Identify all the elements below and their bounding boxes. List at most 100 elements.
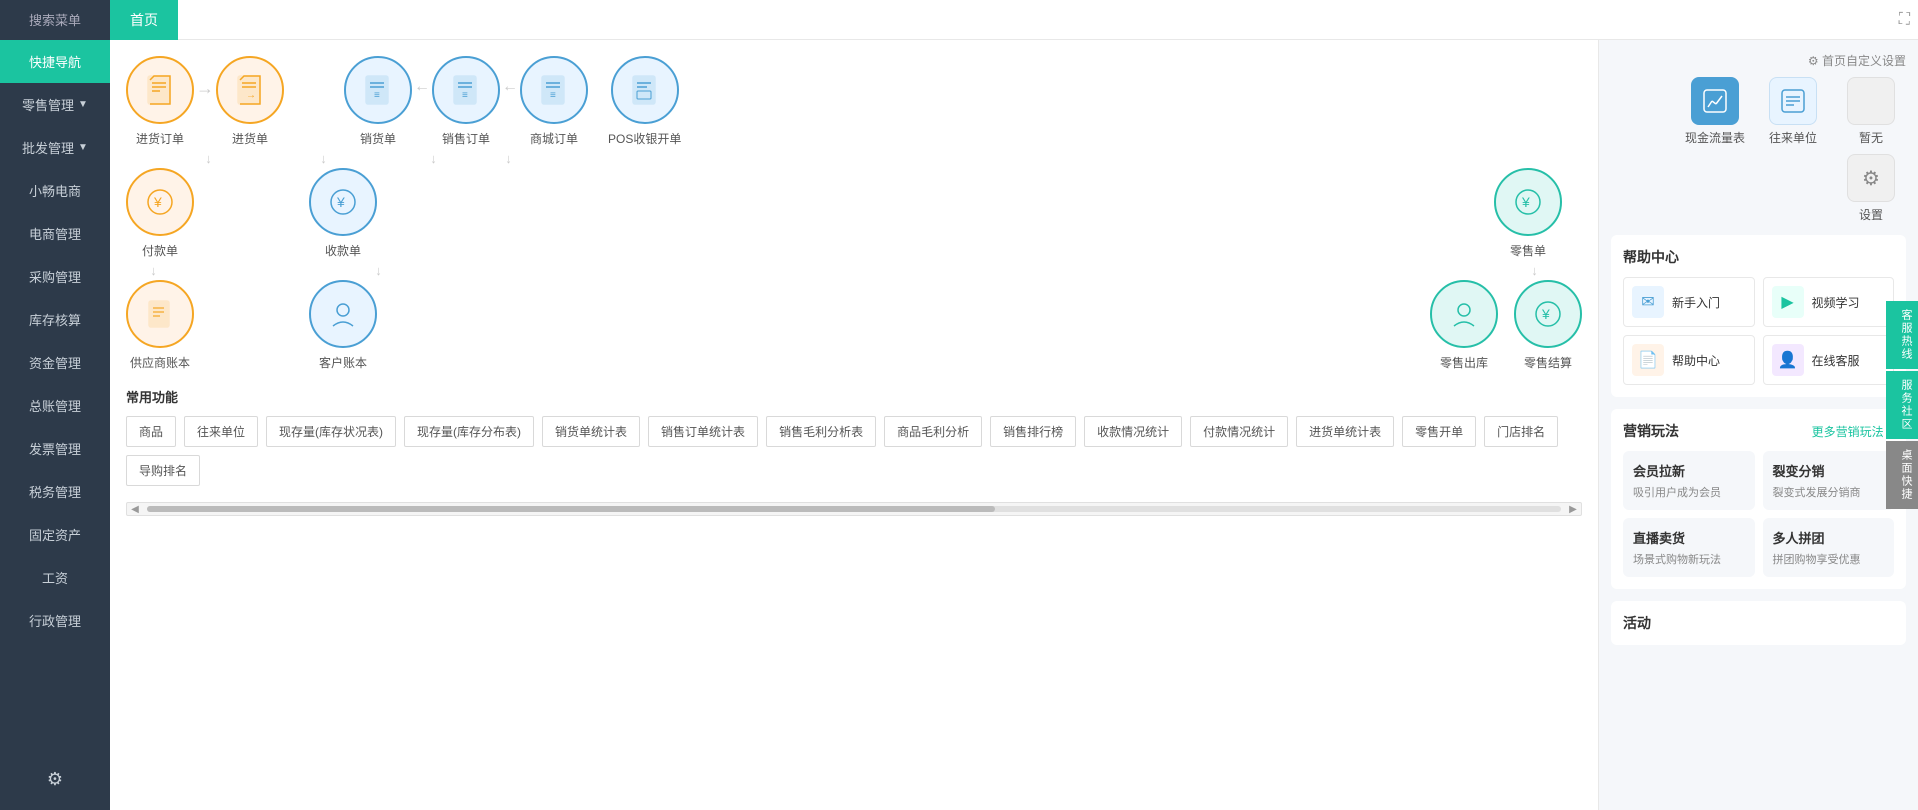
sidebar-item-payroll[interactable]: 工资 <box>0 556 110 599</box>
scroll-track <box>147 506 1561 512</box>
mkt-live[interactable]: 直播卖货 场景式购物新玩法 <box>1623 518 1755 577</box>
func-btn-salesorder-stat[interactable]: 销售订单统计表 <box>648 416 758 447</box>
marketing-title: 营销玩法 <box>1623 421 1679 441</box>
node-pos[interactable]: POS收银开单 <box>608 56 681 147</box>
right-arrow-icon: → <box>196 56 214 121</box>
cashflow-icon <box>1691 77 1739 125</box>
func-btn-stock-status[interactable]: 现存量(库存状况表) <box>266 416 396 447</box>
service-community-button[interactable]: 服务社区 <box>1886 371 1918 439</box>
partner-icon <box>1769 77 1817 125</box>
down-arrow-4: ↓ <box>481 151 536 166</box>
node-mall-order[interactable]: ≡ 商城订单 <box>520 56 588 147</box>
func-grid: 商品 往来单位 现存量(库存状况表) 现存量(库存分布表) 销货单统计表 销售订… <box>126 416 1582 486</box>
main-panel: 进货订单 → → <box>110 40 1598 810</box>
empty-icon <box>1847 77 1895 125</box>
node-customer-book[interactable]: 客户账本 <box>309 280 377 371</box>
help-item-beginner[interactable]: ✉ 新手入门 <box>1623 277 1755 327</box>
func-btn-guide-rank[interactable]: 导购排名 <box>126 455 200 486</box>
svg-text:≡: ≡ <box>462 90 468 101</box>
common-functions: 常用功能 商品 往来单位 现存量(库存状况表) 现存量(库存分布表) 销货单统计… <box>126 387 1582 486</box>
svg-text:≡: ≡ <box>550 90 556 101</box>
more-marketing-link[interactable]: 更多营销玩法 > <box>1812 423 1894 440</box>
sidebar-item-ecommerce-small[interactable]: 小畅电商 <box>0 169 110 212</box>
help-item-video[interactable]: ▶ 视频学习 <box>1763 277 1895 327</box>
help-section: 帮助中心 ✉ 新手入门 ▶ 视频学习 📄 帮助中心 👤 <box>1611 235 1906 397</box>
func-btn-purchase-stat[interactable]: 进货单统计表 <box>1296 416 1394 447</box>
qa-empty[interactable]: 暂无 <box>1836 77 1906 146</box>
node-receipt[interactable]: ¥ 收款单 <box>309 168 377 259</box>
sidebar-item-finance[interactable]: 资金管理 <box>0 341 110 384</box>
document-icon: 📄 <box>1632 344 1664 376</box>
svg-text:¥: ¥ <box>336 194 345 210</box>
marketing-header: 营销玩法 更多营销玩法 > <box>1623 421 1894 441</box>
func-btn-product-profit[interactable]: 商品毛利分析 <box>884 416 982 447</box>
play-icon: ▶ <box>1772 286 1804 318</box>
node-payment[interactable]: ¥ 付款单 <box>126 168 194 259</box>
node-purchase-order[interactable]: 进货订单 <box>126 56 194 147</box>
mkt-member[interactable]: 会员拉新 吸引用户成为会员 <box>1623 451 1755 510</box>
node-retail-settle[interactable]: ¥ 零售结算 <box>1514 280 1582 371</box>
func-btn-product[interactable]: 商品 <box>126 416 176 447</box>
sidebar-item-tax[interactable]: 税务管理 <box>0 470 110 513</box>
func-btn-sales-rank[interactable]: 销售排行榜 <box>990 416 1076 447</box>
qa-cashflow[interactable]: 现金流量表 <box>1680 77 1750 146</box>
node-retail-out[interactable]: 零售出库 <box>1430 280 1498 371</box>
desktop-shortcut-button[interactable]: 桌面快捷 <box>1886 441 1918 509</box>
sidebar-item-quicknav[interactable]: 快捷导航 <box>0 40 110 83</box>
func-btn-partner[interactable]: 往来单位 <box>184 416 258 447</box>
help-item-helpcenter[interactable]: 📄 帮助中心 <box>1623 335 1755 385</box>
sidebar-item-inventory[interactable]: 库存核算 <box>0 298 110 341</box>
node-retail-bill[interactable]: ¥ 零售单 <box>1494 168 1562 259</box>
down-arrow-5: ↓ <box>126 263 181 278</box>
mkt-fission[interactable]: 裂变分销 裂变式发展分销商 <box>1763 451 1895 510</box>
node-purchase-bill[interactable]: → 进货单 <box>216 56 284 147</box>
func-btn-payment-stat[interactable]: 付款情况统计 <box>1190 416 1288 447</box>
sidebar-item-ecommerce-mgmt[interactable]: 电商管理 <box>0 212 110 255</box>
svg-text:≡: ≡ <box>374 90 380 101</box>
node-sales-order[interactable]: ≡ 销售订单 <box>432 56 500 147</box>
scroll-left-button[interactable]: ◀ <box>127 502 143 516</box>
person-icon: 👤 <box>1772 344 1804 376</box>
node-sales-bill[interactable]: ≡ 销货单 <box>344 56 412 147</box>
func-btn-store-rank[interactable]: 门店排名 <box>1484 416 1558 447</box>
mkt-group[interactable]: 多人拼团 拼团购物享受优惠 <box>1763 518 1895 577</box>
node-supplier-book[interactable]: 供应商账本 <box>126 280 194 371</box>
sidebar-item-assets[interactable]: 固定资产 <box>0 513 110 556</box>
home-tab[interactable]: 首页 <box>110 0 178 40</box>
scroll-right-button[interactable]: ▶ <box>1565 502 1581 516</box>
envelope-icon: ✉ <box>1632 286 1664 318</box>
func-btn-receipt-stat[interactable]: 收款情况统计 <box>1084 416 1182 447</box>
fullscreen-button[interactable]: ⛶ <box>1899 11 1910 29</box>
quick-access-bar: 现金流量表 往来单位 暂无 <box>1611 77 1906 223</box>
func-btn-stock-dist[interactable]: 现存量(库存分布表) <box>404 416 534 447</box>
sidebar-item-wholesale[interactable]: 批发管理 ▼ <box>0 126 110 169</box>
horizontal-scrollbar[interactable]: ◀ ▶ <box>126 502 1582 516</box>
sidebar-item-ledger[interactable]: 总账管理 <box>0 384 110 427</box>
customize-link[interactable]: ⚙ 首页自定义设置 <box>1611 52 1906 69</box>
left-arrow-2-icon: ← <box>502 56 518 96</box>
qa-partner[interactable]: 往来单位 <box>1758 77 1828 146</box>
scroll-thumb <box>147 506 995 512</box>
sidebar-item-invoice[interactable]: 发票管理 <box>0 427 110 470</box>
sidebar-bottom: ⚙ <box>0 749 110 810</box>
sidebar-item-admin[interactable]: 行政管理 <box>0 599 110 642</box>
content-area: 进货订单 → → <box>110 40 1918 810</box>
customer-service-button[interactable]: 客服热线 <box>1886 301 1918 369</box>
sidebar-item-purchase[interactable]: 采购管理 <box>0 255 110 298</box>
help-item-service[interactable]: 👤 在线客服 <box>1763 335 1895 385</box>
marketing-grid: 会员拉新 吸引用户成为会员 裂变分销 裂变式发展分销商 直播卖货 场景式购物新玩… <box>1623 451 1894 577</box>
func-btn-retail-order[interactable]: 零售开单 <box>1402 416 1476 447</box>
right-panel: ⚙ 首页自定义设置 现金流量表 <box>1598 40 1918 810</box>
help-grid: ✉ 新手入门 ▶ 视频学习 📄 帮助中心 👤 在线客服 <box>1623 277 1894 385</box>
down-arrow-1: ↓ <box>181 151 236 166</box>
help-title: 帮助中心 <box>1623 247 1894 267</box>
svg-text:→: → <box>246 90 256 101</box>
sidebar-item-retail[interactable]: 零售管理 ▼ <box>0 83 110 126</box>
activity-title: 活动 <box>1623 613 1894 633</box>
func-btn-sales-profit[interactable]: 销售毛利分析表 <box>766 416 876 447</box>
left-arrow-icon: ← <box>414 56 430 96</box>
search-menu-button[interactable]: 搜索菜单 <box>0 0 110 40</box>
qa-settings[interactable]: ⚙ 设置 <box>1836 154 1906 223</box>
func-btn-sales-stat[interactable]: 销货单统计表 <box>542 416 640 447</box>
settings-icon[interactable]: ⚙ <box>0 759 110 800</box>
